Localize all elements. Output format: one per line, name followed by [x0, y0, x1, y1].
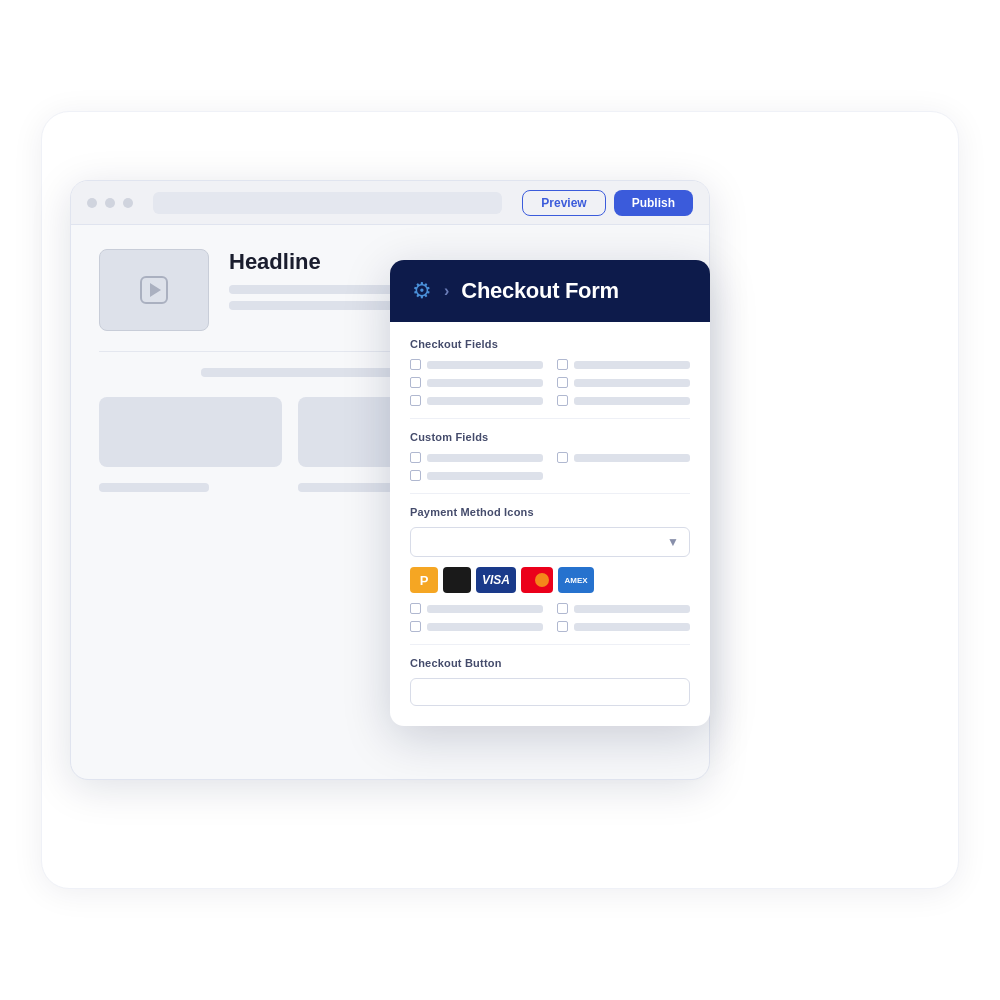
panel-body: Checkout Fields	[390, 322, 710, 726]
checkbox-p1[interactable]	[410, 603, 421, 614]
payment-extra-col-1	[410, 603, 543, 614]
custom-field-row-1	[410, 452, 690, 463]
url-bar	[153, 192, 502, 214]
custom-field-col-1	[410, 452, 543, 463]
payment-bar-3	[427, 623, 543, 631]
paypal-icon: P	[410, 567, 438, 593]
checkbox-1[interactable]	[410, 359, 421, 370]
checkout-button-box[interactable]	[410, 678, 690, 706]
panel-header: ⚙ › Checkout Form	[390, 260, 710, 322]
preview-button[interactable]: Preview	[522, 190, 605, 216]
checkbox-c2[interactable]	[557, 452, 568, 463]
play-triangle	[150, 283, 161, 297]
checkbox-5[interactable]	[410, 395, 421, 406]
toolbar-buttons: Preview Publish	[522, 190, 693, 216]
payment-bar-2	[574, 605, 690, 613]
checkout-field-col-1	[410, 359, 543, 370]
payment-icons-row: P VISA AMEX	[410, 567, 690, 593]
dropdown-chevron-icon: ▼	[667, 535, 679, 549]
visa-icon: VISA	[476, 567, 516, 593]
checkbox-p4[interactable]	[557, 621, 568, 632]
checkout-form-panel: ⚙ › Checkout Form Checkout Fields	[390, 260, 710, 726]
scene: Preview Publish Headline	[70, 140, 930, 860]
payment-dropdown[interactable]: ▼	[410, 527, 690, 557]
checkbox-c1[interactable]	[410, 452, 421, 463]
checkbox-p2[interactable]	[557, 603, 568, 614]
mc-overlap	[535, 573, 549, 587]
field-bar-6	[574, 397, 690, 405]
checkout-field-col-6	[557, 395, 690, 406]
field-bar-1	[427, 361, 543, 369]
custom-fields-label: Custom Fields	[410, 431, 690, 443]
checkbox-2[interactable]	[557, 359, 568, 370]
amex-icon: AMEX	[558, 567, 594, 593]
payment-extra-row-2	[410, 621, 690, 632]
payment-bar-4	[574, 623, 690, 631]
panel-title: Checkout Form	[461, 278, 618, 304]
checkbox-6[interactable]	[557, 395, 568, 406]
checkout-field-col-3	[410, 377, 543, 388]
checkout-field-row-3	[410, 395, 690, 406]
payment-extra-col-3	[410, 621, 543, 632]
checkout-button-label: Checkout Button	[410, 657, 690, 669]
browser-toolbar: Preview Publish	[71, 181, 709, 225]
payment-extra-row-1	[410, 603, 690, 614]
checkout-field-row-2	[410, 377, 690, 388]
divider-3	[410, 644, 690, 645]
payment-extra-col-2	[557, 603, 690, 614]
checkout-field-col-5	[410, 395, 543, 406]
field-bar-2	[574, 361, 690, 369]
dot-green	[123, 198, 133, 208]
checkout-field-row-1	[410, 359, 690, 370]
video-thumbnail	[99, 249, 209, 331]
custom-field-col-2	[557, 452, 690, 463]
checkbox-3[interactable]	[410, 377, 421, 388]
dot-yellow	[105, 198, 115, 208]
custom-bar-3	[427, 472, 543, 480]
divider-1	[410, 418, 690, 419]
field-bar-4	[574, 379, 690, 387]
payment-extra-col-4	[557, 621, 690, 632]
gear-icon: ⚙	[412, 278, 432, 304]
checkout-field-col-2	[557, 359, 690, 370]
apple-pay-icon	[443, 567, 471, 593]
checkbox-c3[interactable]	[410, 470, 421, 481]
custom-bar-2	[574, 454, 690, 462]
mastercard-icon	[521, 567, 553, 593]
payment-icons-label: Payment Method Icons	[410, 506, 690, 518]
checkbox-p3[interactable]	[410, 621, 421, 632]
payment-bar-1	[427, 605, 543, 613]
custom-field-row-2	[410, 470, 690, 481]
divider-2	[410, 493, 690, 494]
outer-container: Preview Publish Headline	[41, 111, 959, 889]
play-icon	[140, 276, 168, 304]
card-1	[99, 397, 282, 467]
checkout-field-col-4	[557, 377, 690, 388]
field-bar-3	[427, 379, 543, 387]
checkout-fields-label: Checkout Fields	[410, 338, 690, 350]
checkout-button-area	[410, 678, 690, 706]
chevron-icon: ›	[444, 282, 449, 300]
custom-bar-1	[427, 454, 543, 462]
checkbox-4[interactable]	[557, 377, 568, 388]
dot-red	[87, 198, 97, 208]
publish-button[interactable]: Publish	[614, 190, 693, 216]
field-bar-5	[427, 397, 543, 405]
custom-field-col-3	[410, 470, 543, 481]
